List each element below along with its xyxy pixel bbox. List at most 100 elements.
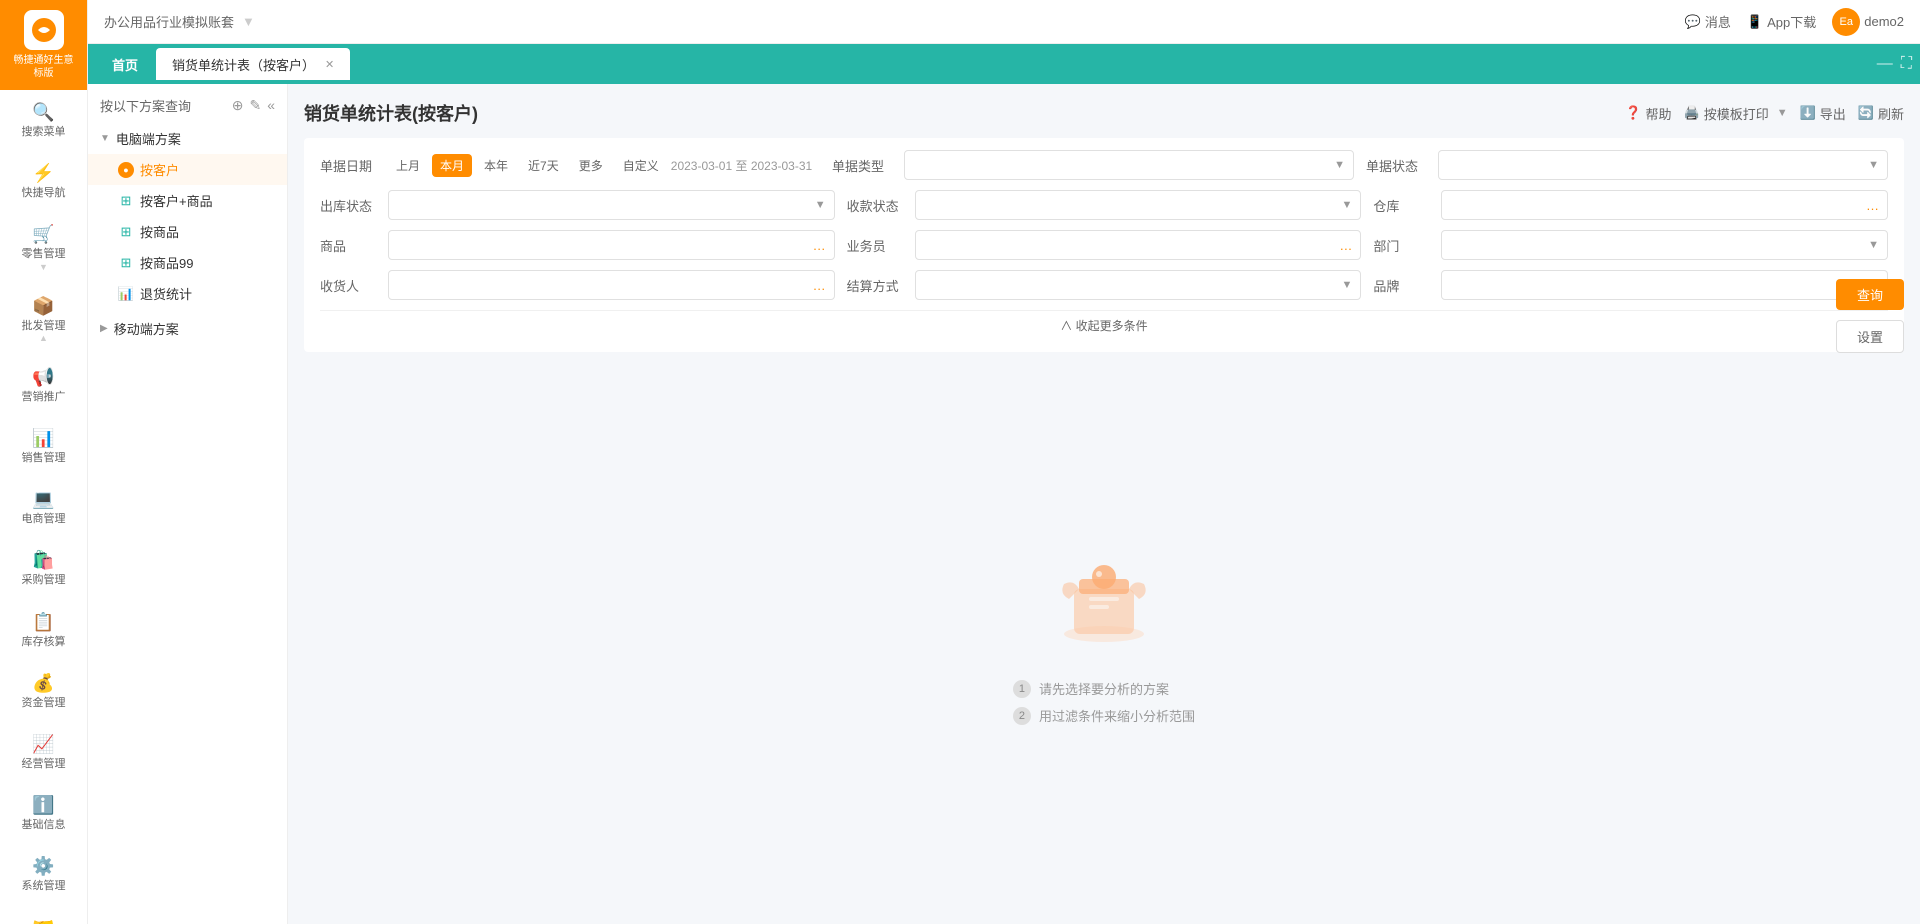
doc-status-select[interactable]: ▼ [1438,150,1888,180]
user-profile-button[interactable]: Ea demo2 [1832,8,1904,36]
date-btn-last-month[interactable]: 上月 [388,154,428,177]
receipt-status-select[interactable]: ▼ [915,190,1362,220]
date-label: 单据日期 [320,156,376,175]
messages-label: 消息 [1705,12,1731,31]
chart-scheme-icon: 📊 [118,286,134,302]
filter-row-3: 商品 … 业务员 … 部门 ▼ [320,230,1888,260]
scheme-item-return-stat[interactable]: 📊 退货统计 [88,278,287,309]
settlement-label: 结算方式 [847,276,903,295]
purchase-icon: 🛍️ [32,550,54,571]
collapse-filters-button[interactable]: ∧ 收起更多条件 [320,310,1888,340]
app-download-label: App下载 [1767,12,1816,31]
help-icon: ❓ [1625,105,1641,121]
sidebar-item-sales[interactable]: 📊 销售管理 [0,416,87,477]
date-btn-last-7-days[interactable]: 近7天 [520,154,567,177]
operation-icon: 📈 [32,734,54,755]
top-header: 办公用品行业模拟账套 ▼ 💬 消息 📱 App下载 Ea demo2 [88,0,1920,44]
out-status-select[interactable]: ▼ [388,190,835,220]
dept-label: 部门 [1373,236,1429,255]
sidebar-item-label: 采购管理 [22,574,66,587]
refresh-label: 刷新 [1878,104,1904,123]
inventory-icon: 📋 [32,612,54,633]
tab-minimize-icon[interactable]: — [1877,55,1893,73]
sidebar-item-label: 资金管理 [22,697,66,710]
sidebar-item-label: 库存核算 [22,636,66,649]
collapse-panel-icon[interactable]: « [267,97,275,114]
scheme-item-by-product[interactable]: ⊞ 按商品 [88,216,287,247]
sidebar-item-finance[interactable]: 💰 资金管理 [0,661,87,722]
collapse-label: 收起更多条件 [1076,319,1148,333]
sidebar-item-search[interactable]: 🔍 搜索菜单 [0,90,87,151]
sidebar: 畅捷通好生意 标版 🔍 搜索菜单 ⚡ 快捷导航 🛒 零售管理 ▼ 📦 批发管理 … [0,0,88,924]
sidebar-item-inventory[interactable]: 📋 库存核算 [0,600,87,661]
sidebar-item-retail[interactable]: 🛒 零售管理 ▼ [0,212,87,283]
print-button[interactable]: 🖨️ 按模板打印 ▼ [1684,104,1788,123]
sidebar-item-shortcut[interactable]: ⚡ 快捷导航 [0,151,87,212]
consignee-input[interactable]: … [388,270,835,300]
sidebar-item-operation[interactable]: 📈 经营管理 [0,722,87,783]
tab-maximize-icon[interactable]: ⛶ [1901,55,1912,73]
salesperson-input[interactable]: … [915,230,1362,260]
scheme-item-by-customer[interactable]: ● 按客户 [88,154,287,185]
tab-close-icon[interactable]: ✕ [325,58,334,71]
date-btn-more[interactable]: 更多 [571,154,611,177]
date-btn-this-year[interactable]: 本年 [476,154,516,177]
sidebar-item-wholesale[interactable]: 📦 批发管理 ▲ [0,284,87,355]
tab-sales-stat-label: 销货单统计表（按客户） [172,55,315,74]
tab-sales-stat[interactable]: 销货单统计表（按客户） ✕ [156,48,350,80]
help-label: 帮助 [1645,104,1671,123]
scheme-item-by-customer-product[interactable]: ⊞ 按客户+商品 [88,185,287,216]
brand-input[interactable]: … [1441,270,1888,300]
export-button[interactable]: ⬇️ 导出 [1800,104,1846,123]
scheme-group-mobile-header[interactable]: ▶ 移动端方案 [88,313,287,344]
group-name: 电脑端方案 [116,129,181,148]
date-btn-custom[interactable]: 自定义 [615,154,667,177]
filter-row-2: 出库状态 ▼ 收款状态 ▼ 仓库 … [320,190,1888,220]
export-icon: ⬇️ [1800,105,1816,121]
date-btn-this-month[interactable]: 本月 [432,154,472,177]
settlement-select[interactable]: ▼ [915,270,1362,300]
sidebar-item-label: 电商管理 [22,513,66,526]
sidebar-item-label: 基础信息 [22,819,66,832]
right-panel: 销货单统计表(按客户) ❓ 帮助 🖨️ 按模板打印 ▼ ⬇️ 导出 [288,84,1920,924]
settings-button[interactable]: 设置 [1836,320,1904,353]
warehouse-dots: … [1866,198,1879,213]
scheme-item-by-product99[interactable]: ⊞ 按商品99 [88,247,287,278]
edit-scheme-icon[interactable]: ✎ [249,97,261,114]
product-input[interactable]: … [388,230,835,260]
doc-type-select[interactable]: ▼ [904,150,1354,180]
scheme-group-desktop-header[interactable]: ▼ 电脑端方案 [88,123,287,154]
sidebar-item-purchase[interactable]: 🛍️ 采购管理 [0,538,87,599]
panel-title: 按以下方案查询 [100,96,191,115]
salesperson-label: 业务员 [847,236,903,255]
shortcut-icon: ⚡ [32,163,54,184]
doc-status-label: 单据状态 [1366,156,1426,175]
query-button[interactable]: 查询 [1836,279,1904,310]
date-range-display: 2023-03-01 至 2023-03-31 [671,157,812,174]
sidebar-item-label: 批发管理 [22,320,66,333]
ecommerce-icon: 💻 [32,489,54,510]
settlement-arrow-icon: ▼ [1341,279,1352,291]
sidebar-item-marketing[interactable]: 📢 营销推广 [0,355,87,416]
messages-button[interactable]: 💬 消息 [1685,12,1731,31]
sidebar-item-cooperation[interactable]: 🤝 企业协同 [0,905,87,924]
username-label: demo2 [1864,14,1904,29]
sidebar-item-label: 经营管理 [22,758,66,771]
app-download-button[interactable]: 📱 App下载 [1747,12,1816,31]
tab-home[interactable]: 首页 [96,48,154,80]
refresh-button[interactable]: 🔄 刷新 [1858,104,1904,123]
warehouse-input[interactable]: … [1441,190,1888,220]
empty-tip-1: 1 请先选择要分析的方案 [1013,679,1195,698]
help-button[interactable]: ❓ 帮助 [1625,104,1671,123]
sidebar-item-basic[interactable]: ℹ️ 基础信息 [0,783,87,844]
tab-bar: 首页 销货单统计表（按客户） ✕ — ⛶ [88,44,1920,84]
export-label: 导出 [1820,104,1846,123]
sidebar-item-system[interactable]: ⚙️ 系统管理 [0,844,87,905]
tip-num-1: 1 [1013,680,1031,698]
dept-select[interactable]: ▼ [1441,230,1888,260]
tip-text-1: 请先选择要分析的方案 [1039,679,1169,698]
filter-area: 单据日期 上月 本月 本年 近7天 更多 自定义 2023-03-01 至 20… [304,138,1904,352]
sidebar-item-ecommerce[interactable]: 💻 电商管理 [0,477,87,538]
add-scheme-icon[interactable]: ⊕ [232,97,244,114]
filter-row-1: 单据日期 上月 本月 本年 近7天 更多 自定义 2023-03-01 至 20… [320,150,1888,180]
